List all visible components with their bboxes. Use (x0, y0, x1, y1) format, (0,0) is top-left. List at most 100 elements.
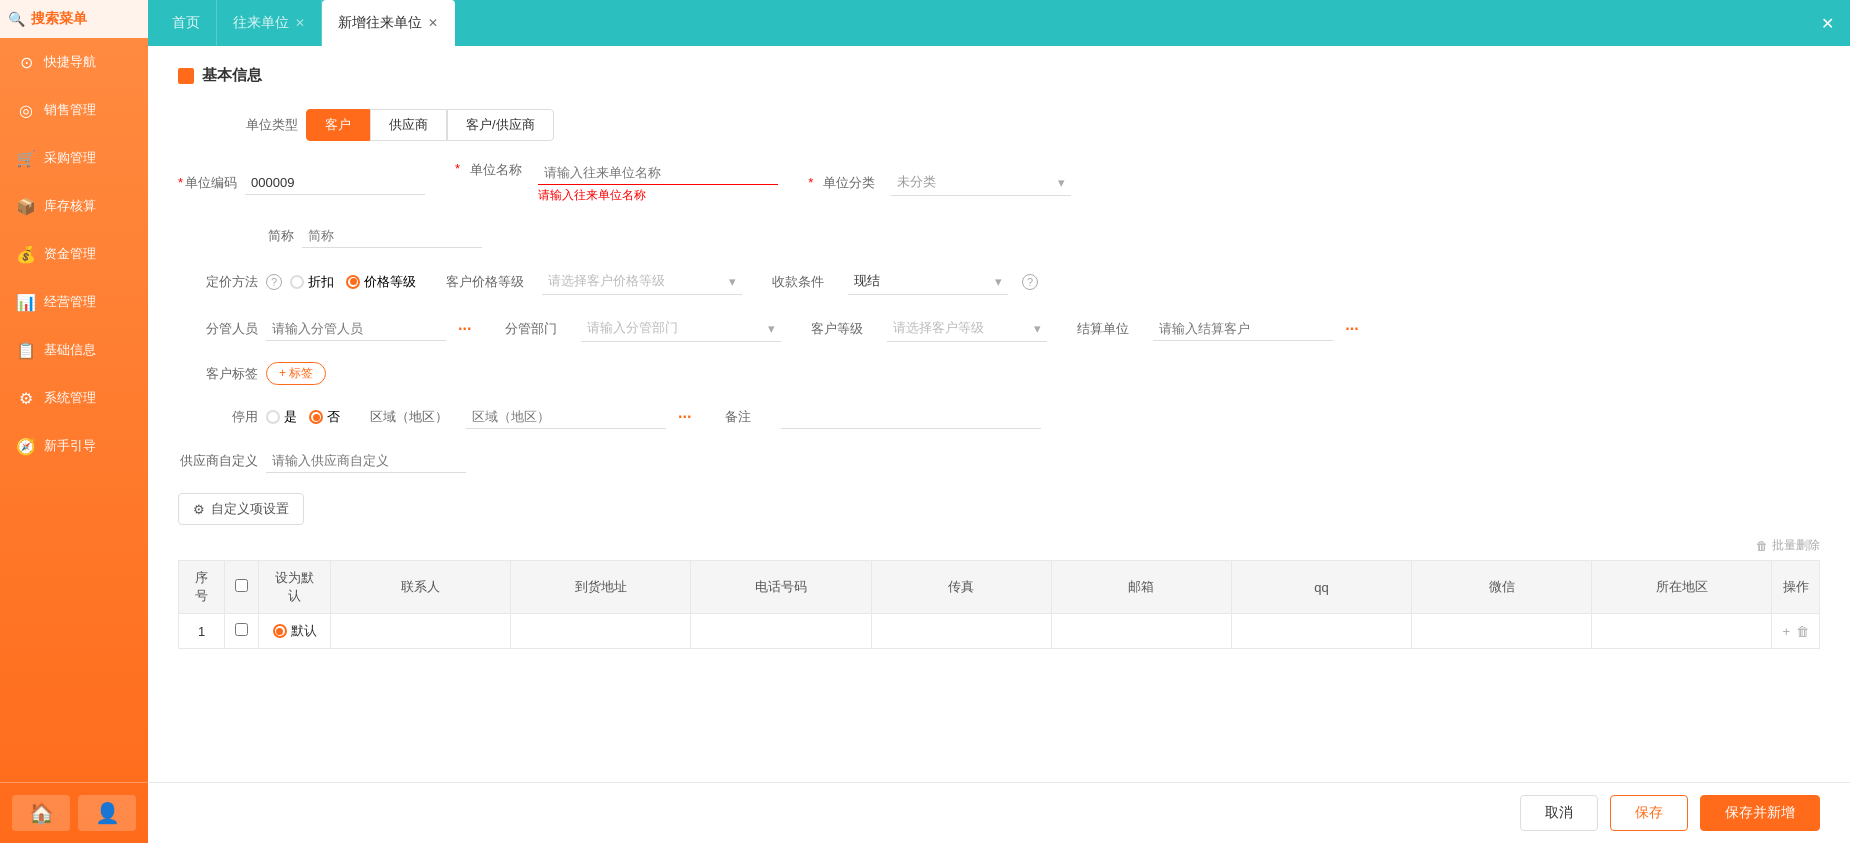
unit-type-both-button[interactable]: 客户/供应商 (447, 109, 554, 141)
remark-input[interactable] (781, 405, 1041, 429)
operation-icon: 📊 (16, 292, 36, 312)
unit-category-field: * 单位分类 未分类 ▾ (808, 169, 1071, 196)
unit-type-supplier-button[interactable]: 供应商 (370, 109, 447, 141)
price-level-radio[interactable] (346, 275, 360, 289)
sidebar-item-finance[interactable]: 💰 资金管理 (0, 230, 148, 278)
region-label: 区域（地区） (370, 408, 450, 426)
default-radio[interactable] (273, 624, 287, 638)
region-more-button[interactable]: ··· (674, 408, 695, 426)
sidebar-item-guide[interactable]: 🧭 新手引导 (0, 422, 148, 470)
section-title-text: 基本信息 (202, 66, 262, 85)
sidebar-item-label: 新手引导 (44, 437, 96, 455)
discount-radio[interactable] (290, 275, 304, 289)
payment-condition-select[interactable]: 现结 ▾ (848, 268, 1008, 295)
checkbox-cell[interactable] (225, 614, 259, 649)
table-row: 1默认+🗑 (179, 614, 1820, 649)
disabled-yes-option[interactable]: 是 (266, 408, 297, 426)
action-cell: +🗑 (1772, 614, 1820, 649)
finance-icon: 💰 (16, 244, 36, 264)
address-cell[interactable] (511, 614, 691, 649)
address-input[interactable] (521, 624, 680, 639)
tab-label: 首页 (172, 14, 200, 32)
wechat-cell[interactable] (1412, 614, 1592, 649)
user-icon[interactable]: 👤 (78, 795, 136, 831)
sidebar-item-label: 资金管理 (44, 245, 96, 263)
abbr-label: 简称 (238, 227, 294, 245)
custom-settings-button[interactable]: ⚙ 自定义项设置 (178, 493, 304, 525)
basic-info-icon: 📋 (16, 340, 36, 360)
contacts-table: 序号设为默认联系人到货地址电话号码传真邮箱qq微信所在地区操作 1默认+🗑 (178, 560, 1820, 649)
batch-delete-button[interactable]: 🗑 批量删除 (1756, 537, 1820, 554)
search-menu[interactable]: 🔍 搜索菜单 (0, 0, 148, 38)
qq-cell[interactable] (1231, 614, 1411, 649)
customer-price-level-select[interactable]: 请选择客户价格等级 ▾ (542, 268, 742, 295)
fax-cell[interactable] (871, 614, 1051, 649)
tab-new-partner[interactable]: 新增往来单位✕ (322, 0, 455, 46)
sidebar-item-quick-nav[interactable]: ⊙快捷导航 (0, 38, 148, 86)
yes-radio[interactable] (266, 410, 280, 424)
abbr-input[interactable] (302, 224, 482, 248)
home-icon[interactable]: 🏠 (12, 795, 70, 831)
sidebar-item-sales[interactable]: ◎销售管理 (0, 86, 148, 134)
cancel-button[interactable]: 取消 (1520, 795, 1598, 831)
add-row-button[interactable]: + (1782, 624, 1790, 639)
select-all-checkbox[interactable] (235, 579, 248, 592)
pricing-field: 定价方法 ? 折扣 价格等级 (178, 273, 416, 291)
fax-input[interactable] (882, 624, 1041, 639)
payment-info-icon[interactable]: ? (1022, 274, 1038, 290)
customer-level-select[interactable]: 请选择客户等级 ▾ (887, 315, 1047, 342)
sidebar-item-inventory[interactable]: 📦库存核算 (0, 182, 148, 230)
unit-type-customer-button[interactable]: 客户 (306, 109, 370, 141)
sidebar-item-label: 销售管理 (44, 101, 96, 119)
disabled-no-option[interactable]: 否 (309, 408, 340, 426)
row-checkbox[interactable] (235, 623, 248, 636)
sidebar-item-label: 经营管理 (44, 293, 96, 311)
manager-more-button[interactable]: ··· (454, 320, 475, 338)
email-cell[interactable] (1051, 614, 1231, 649)
sidebar: 🔍 搜索菜单 ⊙快捷导航◎销售管理🛒采购管理📦库存核算 💰 资金管理 📊 经营管理 📋基础… (0, 0, 148, 843)
delete-row-button[interactable]: 🗑 (1796, 624, 1809, 639)
customer-level-label: 客户等级 (811, 320, 871, 338)
seq-cell: 1 (179, 614, 225, 649)
region-input[interactable] (466, 405, 666, 429)
sidebar-item-purchase[interactable]: 🛒采购管理 (0, 134, 148, 182)
unit-code-input[interactable] (245, 171, 425, 195)
settlement-input[interactable] (1153, 317, 1333, 341)
settlement-more-button[interactable]: ··· (1341, 320, 1362, 338)
area-input[interactable] (1602, 624, 1761, 639)
unit-category-select[interactable]: 未分类 ▾ (891, 169, 1071, 196)
tab-home[interactable]: 首页 (156, 0, 217, 46)
sidebar-item-basic-info[interactable]: 📋基础信息 (0, 326, 148, 374)
supplier-custom-input[interactable] (266, 449, 466, 473)
phone-cell[interactable] (691, 614, 871, 649)
supplier-custom-row: 供应商自定义 (178, 449, 1820, 473)
guide-icon: 🧭 (16, 436, 36, 456)
close-tab-button[interactable]: ✕ (428, 16, 438, 30)
close-all-tabs-button[interactable]: ✕ (1813, 10, 1842, 37)
unit-name-input[interactable] (538, 161, 778, 185)
contact-input[interactable] (341, 624, 500, 639)
disabled-field: 停用 是 否 (178, 408, 340, 426)
qq-input[interactable] (1242, 624, 1401, 639)
email-input[interactable] (1062, 624, 1221, 639)
pricing-info-icon[interactable]: ? (266, 274, 282, 290)
save-new-button[interactable]: 保存并新增 (1700, 795, 1820, 831)
chevron-down-icon: ▾ (1058, 175, 1065, 190)
wechat-input[interactable] (1422, 624, 1581, 639)
sidebar-item-label: 快捷导航 (44, 53, 96, 71)
contact-cell[interactable] (331, 614, 511, 649)
area-cell[interactable] (1592, 614, 1772, 649)
pricing-discount-option[interactable]: 折扣 (290, 273, 334, 291)
sidebar-item-operation[interactable]: 📊 经营管理 (0, 278, 148, 326)
phone-input[interactable] (701, 624, 860, 639)
close-tab-button[interactable]: ✕ (295, 16, 305, 30)
sidebar-item-system[interactable]: ⚙系统管理 (0, 374, 148, 422)
manager-input[interactable] (266, 317, 446, 341)
tab-partners[interactable]: 往来单位✕ (217, 0, 322, 46)
save-button[interactable]: 保存 (1610, 795, 1688, 831)
pricing-price-level-option[interactable]: 价格等级 (346, 273, 416, 291)
no-radio[interactable] (309, 410, 323, 424)
add-tag-button[interactable]: + 标签 (266, 362, 326, 385)
table-column-header: 邮箱 (1051, 561, 1231, 614)
dept-select[interactable]: 请输入分管部门 ▾ (581, 315, 781, 342)
